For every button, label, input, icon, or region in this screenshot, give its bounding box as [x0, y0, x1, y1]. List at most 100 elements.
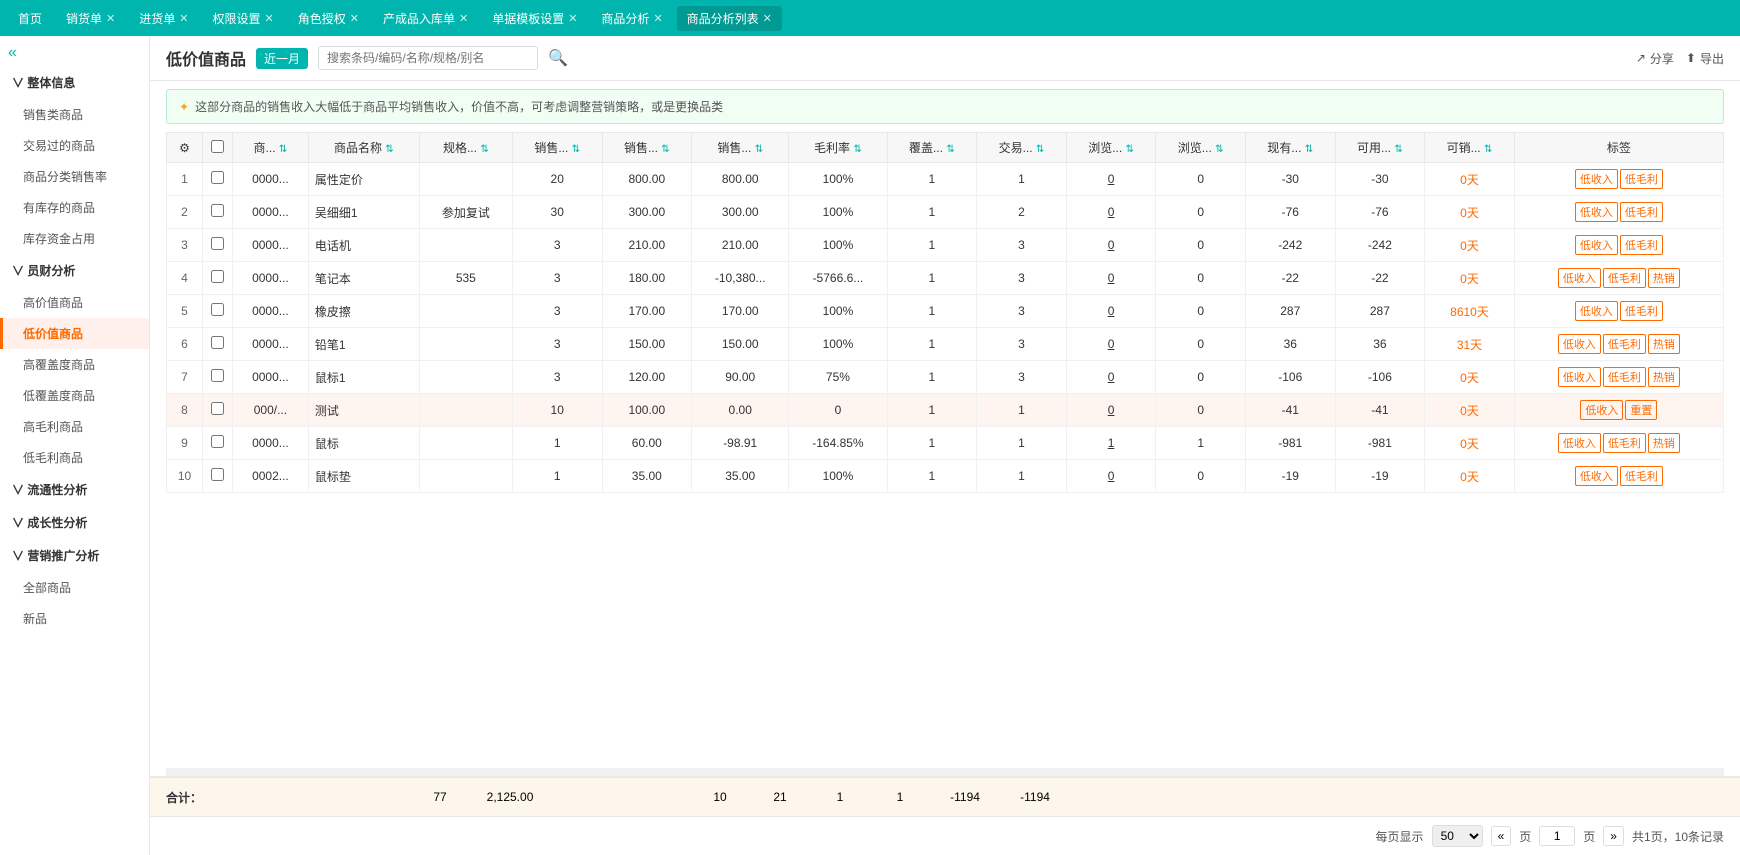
- row-gross-margin: -164.85%: [789, 427, 887, 460]
- row-views1[interactable]: 0: [1066, 262, 1156, 295]
- sidebar-group-marketing[interactable]: ∨ 营销推广分析: [0, 539, 149, 572]
- row-views1[interactable]: 0: [1066, 460, 1156, 493]
- row-checkbox-cell[interactable]: [203, 361, 233, 394]
- footer-cells: 77 2,125.00 10 21 1 1 -1194 -1194: [210, 790, 1724, 804]
- sidebar-group-employee[interactable]: ∨ 员财分析: [0, 254, 149, 287]
- row-views1[interactable]: 0: [1066, 394, 1156, 427]
- row-checkbox[interactable]: [211, 402, 224, 415]
- col-sales-profit[interactable]: 销售... ⇅: [692, 133, 789, 163]
- col-checkbox[interactable]: [203, 133, 233, 163]
- sidebar-item-sales-goods[interactable]: 销售类商品: [0, 99, 149, 130]
- row-checkbox-cell[interactable]: [203, 427, 233, 460]
- row-checkbox[interactable]: [211, 237, 224, 250]
- select-all-checkbox[interactable]: [211, 140, 224, 153]
- page-input[interactable]: [1539, 826, 1575, 846]
- row-views1[interactable]: 0: [1066, 361, 1156, 394]
- row-checkbox-cell[interactable]: [203, 196, 233, 229]
- row-checkbox-cell[interactable]: [203, 262, 233, 295]
- sidebar-collapse-btn[interactable]: «: [8, 44, 17, 62]
- sidebar-item-new-goods[interactable]: 新品: [0, 603, 149, 634]
- row-views1[interactable]: 1: [1066, 427, 1156, 460]
- sidebar-item-high-value[interactable]: 高价值商品: [0, 287, 149, 318]
- nav-analysis-list[interactable]: 商品分析列表 ✕: [677, 6, 782, 31]
- sidebar-group-growth[interactable]: ∨ 成长性分析: [0, 506, 149, 539]
- sidebar-item-traded-goods[interactable]: 交易过的商品: [0, 130, 149, 161]
- nav-home[interactable]: 首页: [8, 6, 52, 31]
- row-checkbox-cell[interactable]: [203, 229, 233, 262]
- nav-roles[interactable]: 角色授权 ✕: [288, 6, 369, 31]
- nav-analysis-close[interactable]: ✕: [653, 12, 662, 25]
- row-current-stock: -981: [1245, 427, 1335, 460]
- nav-sales-close[interactable]: ✕: [106, 12, 115, 25]
- row-sales-amount: 170.00: [602, 295, 692, 328]
- nav-analysis-list-close[interactable]: ✕: [763, 12, 772, 25]
- row-checkbox[interactable]: [211, 270, 224, 283]
- col-sales-count[interactable]: 销售... ⇅: [512, 133, 602, 163]
- row-views1[interactable]: 0: [1066, 163, 1156, 196]
- col-current-stock[interactable]: 现有... ⇅: [1245, 133, 1335, 163]
- sidebar-item-stock-capital[interactable]: 库存资金占用: [0, 223, 149, 254]
- row-checkbox[interactable]: [211, 468, 224, 481]
- row-views1[interactable]: 0: [1066, 295, 1156, 328]
- horizontal-scrollbar[interactable]: [166, 768, 1724, 776]
- sidebar-item-high-profit[interactable]: 高毛利商品: [0, 411, 149, 442]
- sidebar-item-low-coverage[interactable]: 低覆盖度商品: [0, 380, 149, 411]
- sidebar-group-circulation[interactable]: ∨ 流通性分析: [0, 473, 149, 506]
- sidebar-item-category-sales[interactable]: 商品分类销售率: [0, 161, 149, 192]
- col-sales-amount[interactable]: 销售... ⇅: [602, 133, 692, 163]
- col-available[interactable]: 可用... ⇅: [1335, 133, 1425, 163]
- col-gross-margin[interactable]: 毛利率 ⇅: [789, 133, 887, 163]
- per-page-select[interactable]: 50 100: [1432, 825, 1483, 847]
- export-button[interactable]: ⬆ 导出: [1686, 50, 1724, 67]
- nav-sales[interactable]: 销货单 ✕: [56, 6, 125, 31]
- next-page-btn[interactable]: »: [1603, 826, 1624, 846]
- row-checkbox-cell[interactable]: [203, 328, 233, 361]
- nav-analysis[interactable]: 商品分析 ✕: [591, 6, 672, 31]
- top-nav: 首页 销货单 ✕ 进货单 ✕ 权限设置 ✕ 角色授权 ✕ 产成品入库单 ✕ 单据…: [0, 0, 1740, 36]
- col-spec[interactable]: 规格... ⇅: [419, 133, 512, 163]
- time-filter-badge[interactable]: 近一月: [256, 48, 308, 69]
- nav-products-in-close[interactable]: ✕: [459, 12, 468, 25]
- nav-permissions-close[interactable]: ✕: [265, 12, 274, 25]
- row-views1[interactable]: 0: [1066, 229, 1156, 262]
- col-code[interactable]: 商... ⇅: [233, 133, 309, 163]
- search-input[interactable]: [318, 46, 538, 70]
- row-views2: 0: [1156, 163, 1246, 196]
- row-views1[interactable]: 0: [1066, 196, 1156, 229]
- col-transactions[interactable]: 交易... ⇅: [977, 133, 1067, 163]
- nav-purchase[interactable]: 进货单 ✕: [129, 6, 198, 31]
- nav-templates-close[interactable]: ✕: [568, 12, 577, 25]
- col-views1[interactable]: 浏览... ⇅: [1066, 133, 1156, 163]
- row-checkbox[interactable]: [211, 204, 224, 217]
- sidebar-item-low-value[interactable]: 低价值商品: [0, 318, 149, 349]
- nav-purchase-close[interactable]: ✕: [179, 12, 188, 25]
- row-checkbox[interactable]: [211, 171, 224, 184]
- share-button[interactable]: ↗ 分享: [1636, 50, 1674, 67]
- nav-products-in[interactable]: 产成品入库单 ✕: [373, 6, 478, 31]
- col-name[interactable]: 商品名称 ⇅: [308, 133, 419, 163]
- sidebar-item-high-coverage[interactable]: 高覆盖度商品: [0, 349, 149, 380]
- search-icon[interactable]: 🔍: [548, 48, 568, 68]
- col-coverage[interactable]: 覆盖... ⇅: [887, 133, 977, 163]
- row-checkbox-cell[interactable]: [203, 163, 233, 196]
- row-views1[interactable]: 0: [1066, 328, 1156, 361]
- nav-permissions[interactable]: 权限设置 ✕: [202, 6, 283, 31]
- col-views2[interactable]: 浏览... ⇅: [1156, 133, 1246, 163]
- col-saleable[interactable]: 可销... ⇅: [1425, 133, 1515, 163]
- sidebar-item-stock-goods[interactable]: 有库存的商品: [0, 192, 149, 223]
- row-checkbox[interactable]: [211, 303, 224, 316]
- col-settings[interactable]: ⚙: [167, 133, 203, 163]
- nav-roles-close[interactable]: ✕: [350, 12, 359, 25]
- row-checkbox[interactable]: [211, 336, 224, 349]
- sidebar-item-all-goods[interactable]: 全部商品: [0, 572, 149, 603]
- nav-templates[interactable]: 单据模板设置 ✕: [482, 6, 587, 31]
- row-checkbox-cell[interactable]: [203, 460, 233, 493]
- row-checkbox-cell[interactable]: [203, 394, 233, 427]
- prev-page-btn[interactable]: «: [1491, 826, 1512, 846]
- row-checkbox[interactable]: [211, 369, 224, 382]
- row-checkbox-cell[interactable]: [203, 295, 233, 328]
- sidebar-item-low-profit[interactable]: 低毛利商品: [0, 442, 149, 473]
- sidebar-group-overall[interactable]: ∨ 整体信息: [0, 66, 149, 99]
- row-tags: 低收入低毛利热销: [1514, 361, 1723, 394]
- row-checkbox[interactable]: [211, 435, 224, 448]
